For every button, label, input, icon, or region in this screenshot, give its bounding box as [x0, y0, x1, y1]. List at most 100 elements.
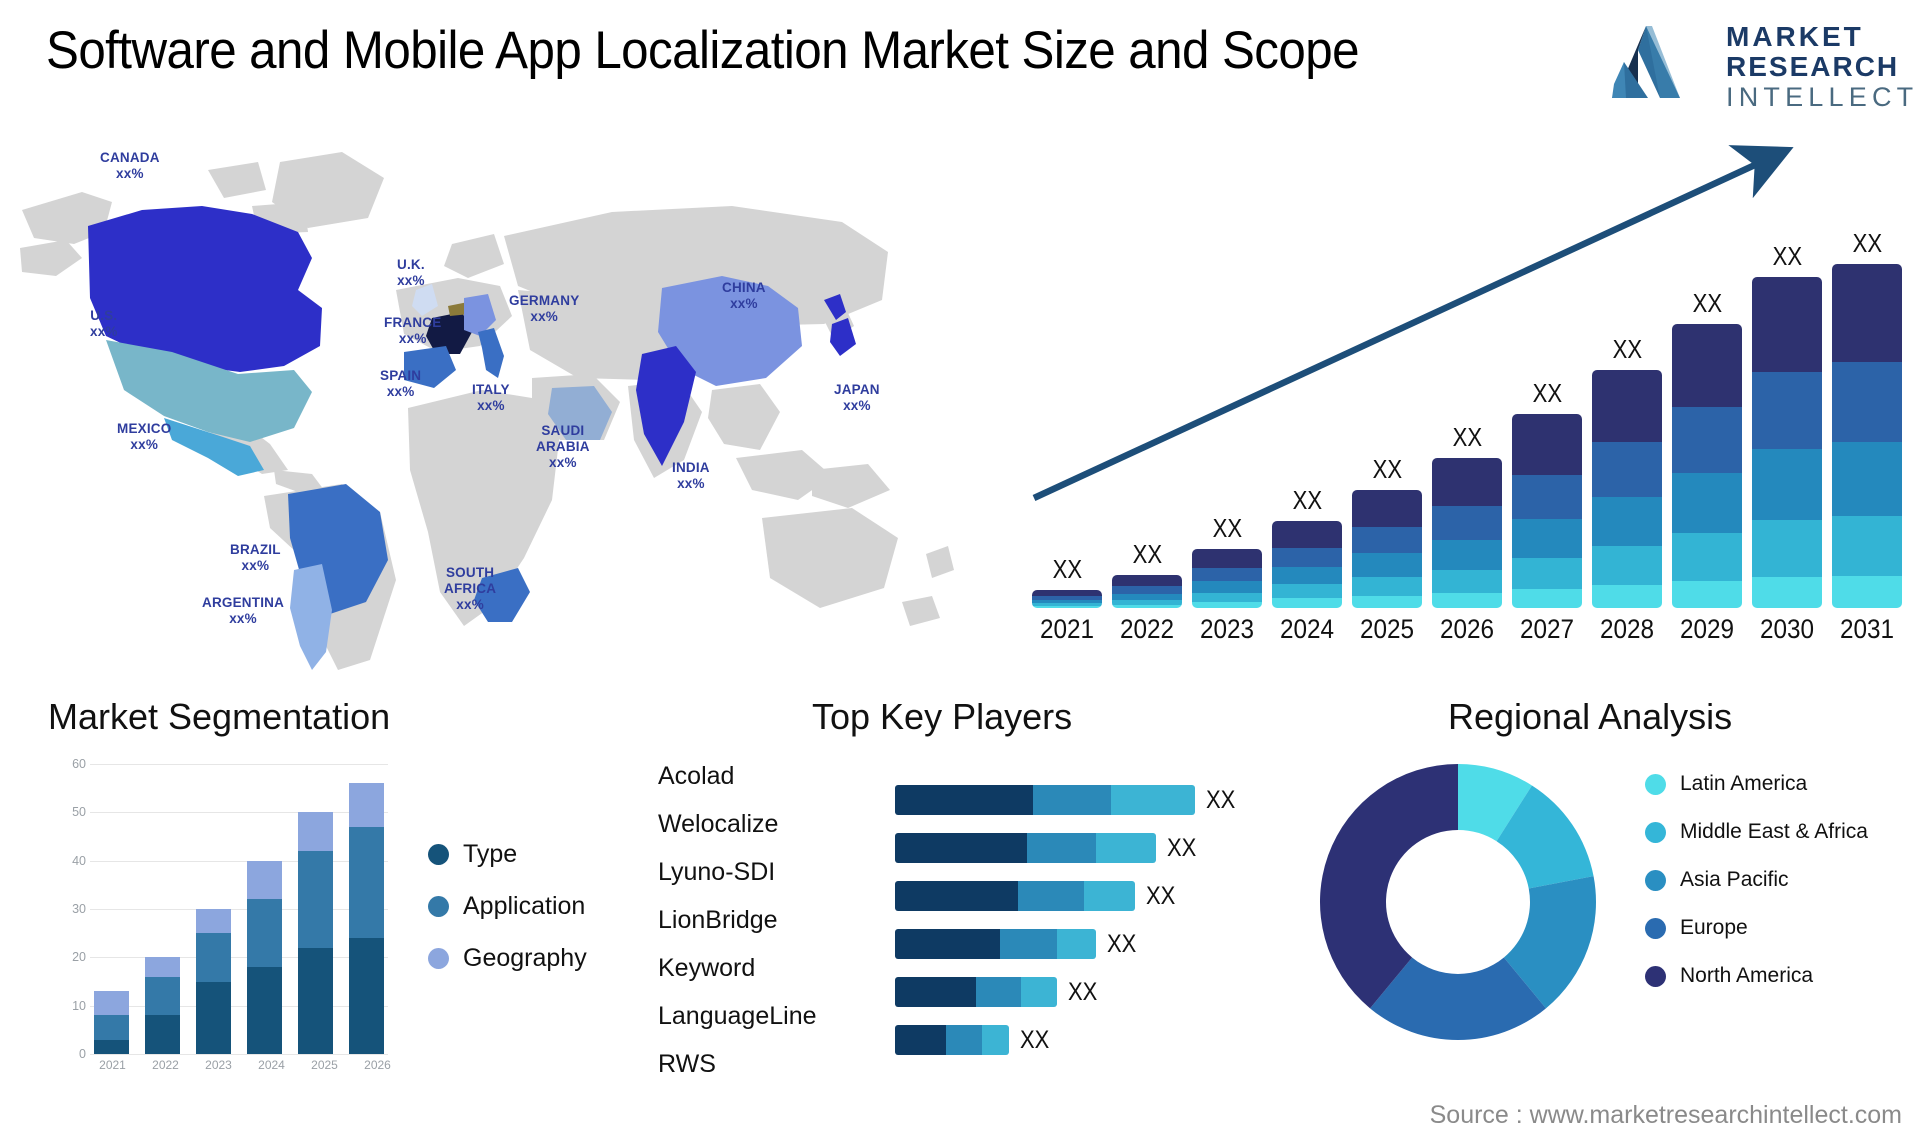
map-label-value: xx%	[456, 597, 484, 612]
key-player-name: Welocalize	[658, 810, 779, 838]
segmentation-segment-type	[196, 981, 231, 1054]
key-player-name: LionBridge	[658, 906, 778, 934]
key-player-value-label: XX	[1068, 977, 1098, 1006]
forecast-bar-value-label: XX	[1212, 512, 1242, 543]
forecast-bar-column: XX	[1512, 228, 1582, 608]
map-label-canada: CANADA xx%	[100, 150, 160, 182]
page-title: Software and Mobile App Localization Mar…	[46, 21, 1360, 80]
map-label-saudi-arabia: SAUDI ARABIA xx%	[536, 423, 590, 471]
regional-analysis-panel: Regional Analysis Latin America Middle Ea…	[1300, 696, 1920, 1120]
key-players-name-list: Acolad Welocalize Lyuno-SDI LionBridge Keywo…	[658, 752, 908, 1088]
key-player-bar-segment-2	[976, 977, 1021, 1007]
regional-legend-item[interactable]: Europe	[1645, 916, 1868, 940]
key-player-bar-segment-2	[946, 1025, 982, 1055]
key-player-name: LanguageLine	[658, 1002, 817, 1030]
forecast-bar-value-label: XX	[1772, 240, 1802, 271]
key-player-bar-row: XX	[895, 968, 1295, 1016]
forecast-x-tick: 2023	[1199, 614, 1255, 644]
forecast-bar-segment-segment-3	[1752, 448, 1822, 520]
map-label-mexico: MEXICO xx%	[117, 421, 171, 453]
segmentation-y-tick: 0	[79, 1047, 86, 1061]
logo-line-research: RESEARCH	[1726, 51, 1900, 82]
forecast-bar-column: XX	[1112, 228, 1182, 608]
forecast-bar-segment-segment-5	[1512, 413, 1582, 475]
legend-swatch-icon	[1645, 918, 1666, 939]
segmentation-x-axis: 2021 2022 2023 2024 2025 2026	[94, 1058, 396, 1072]
forecast-bar-stack	[1512, 413, 1582, 608]
legend-swatch-icon	[1645, 822, 1666, 843]
map-label-south-africa: SOUTH AFRICA xx%	[444, 565, 496, 613]
key-player-name: Acolad	[658, 762, 735, 790]
key-player-bar	[895, 833, 1156, 863]
map-label-value: xx%	[397, 273, 425, 288]
segmentation-segment-type	[247, 967, 282, 1054]
forecast-bar-value-label: XX	[1372, 453, 1402, 484]
forecast-bar-stack	[1832, 264, 1902, 608]
regional-legend-item[interactable]: Middle East & Africa	[1645, 820, 1868, 844]
forecast-bar-segment-segment-4	[1192, 568, 1262, 582]
segmentation-legend-item[interactable]: Application	[428, 880, 587, 932]
forecast-bar-stack	[1592, 370, 1662, 608]
segmentation-bar-column	[196, 764, 231, 1054]
forecast-x-tick: 2025	[1359, 614, 1415, 644]
forecast-bar-value-label: XX	[1452, 422, 1482, 453]
forecast-bar-segment-segment-5	[1592, 370, 1662, 442]
map-label-germany: GERMANY xx%	[509, 293, 579, 325]
segmentation-bar-column	[349, 764, 384, 1054]
segmentation-bar-column	[247, 764, 282, 1054]
logo-wordmark: MARKET RESEARCH INTELLECT	[1726, 22, 1918, 113]
regional-legend-item[interactable]: Asia Pacific	[1645, 868, 1868, 892]
map-label-u-k: U.K. xx%	[397, 257, 425, 289]
map-label-country: U.K.	[397, 257, 425, 272]
forecast-bar-value-label: XX	[1052, 554, 1082, 585]
map-label-country: GERMANY	[509, 293, 580, 308]
key-player-bar-segment-3	[982, 1025, 1009, 1055]
map-label-country: FRANCE	[384, 315, 442, 330]
mountain-peaks-logo-icon	[1612, 26, 1680, 98]
forecast-bar-segment-segment-1	[1752, 576, 1822, 608]
forecast-bar-segment-segment-3	[1352, 553, 1422, 577]
forecast-bar-segment-segment-1	[1272, 598, 1342, 608]
world-map-panel: CANADA xx% U.S. xx% MEXICO xx% BRAZIL xx% ARGENT…	[12, 140, 1012, 670]
segmentation-x-tick: 2023	[205, 1058, 232, 1072]
key-player-value-label: XX	[1107, 929, 1137, 958]
forecast-x-axis: 2021 2022 2023 2024 2025 2026 2027 2028 2029 2030…	[1032, 614, 1902, 652]
map-label-value: xx%	[549, 455, 577, 470]
map-label-country: BRAZIL	[230, 542, 281, 557]
segmentation-segment-application	[196, 933, 231, 982]
segmentation-legend-item[interactable]: Type	[428, 828, 587, 880]
forecast-bar-segment-segment-1	[1112, 604, 1182, 608]
forecast-bar-column: XX	[1752, 228, 1822, 608]
regional-legend-item[interactable]: Latin America	[1645, 772, 1868, 796]
key-player-value-label: XX	[1206, 785, 1236, 814]
segmentation-bar-column	[94, 764, 129, 1054]
forecast-bar-segment-segment-4	[1352, 527, 1422, 554]
forecast-bar-stack	[1032, 590, 1102, 608]
regional-analysis-donut-chart	[1320, 764, 1596, 1040]
key-player-bar-segment-2	[1000, 929, 1057, 959]
key-player-bar-segment-3	[1021, 977, 1057, 1007]
forecast-bar-segment-segment-3	[1192, 581, 1262, 593]
map-label-value: xx%	[530, 309, 559, 324]
forecast-x-tick: 2031	[1839, 614, 1895, 644]
key-player-bar-segment-3	[1084, 881, 1135, 911]
forecast-bar-value-label: XX	[1852, 228, 1882, 258]
forecast-bar-stack	[1672, 323, 1742, 608]
map-label-country: ARGENTINA	[202, 595, 285, 610]
forecast-bar-segment-segment-2	[1592, 545, 1662, 585]
forecast-bar-value-label: XX	[1692, 287, 1722, 318]
forecast-bar-segment-segment-3	[1432, 539, 1502, 570]
forecast-bar-segment-segment-1	[1832, 575, 1902, 608]
segmentation-segment-application	[247, 899, 282, 967]
top-key-players-title: Top Key Players	[812, 696, 1073, 737]
regional-legend-label: Latin America	[1680, 772, 1808, 795]
map-label-value: xx%	[229, 611, 257, 626]
forecast-bar-segment-segment-2	[1432, 569, 1502, 593]
key-player-bar-segment-1	[895, 881, 1018, 911]
forecast-bar-segment-segment-1	[1592, 584, 1662, 608]
regional-legend-item[interactable]: North America	[1645, 964, 1868, 988]
top-key-players-panel: Top Key Players Acolad Welocalize Lyuno-SD…	[650, 696, 1310, 1120]
forecast-bar-value-label: XX	[1532, 377, 1562, 408]
segmentation-legend-item[interactable]: Geography	[428, 932, 587, 984]
map-label-country: MEXICO	[117, 421, 172, 436]
